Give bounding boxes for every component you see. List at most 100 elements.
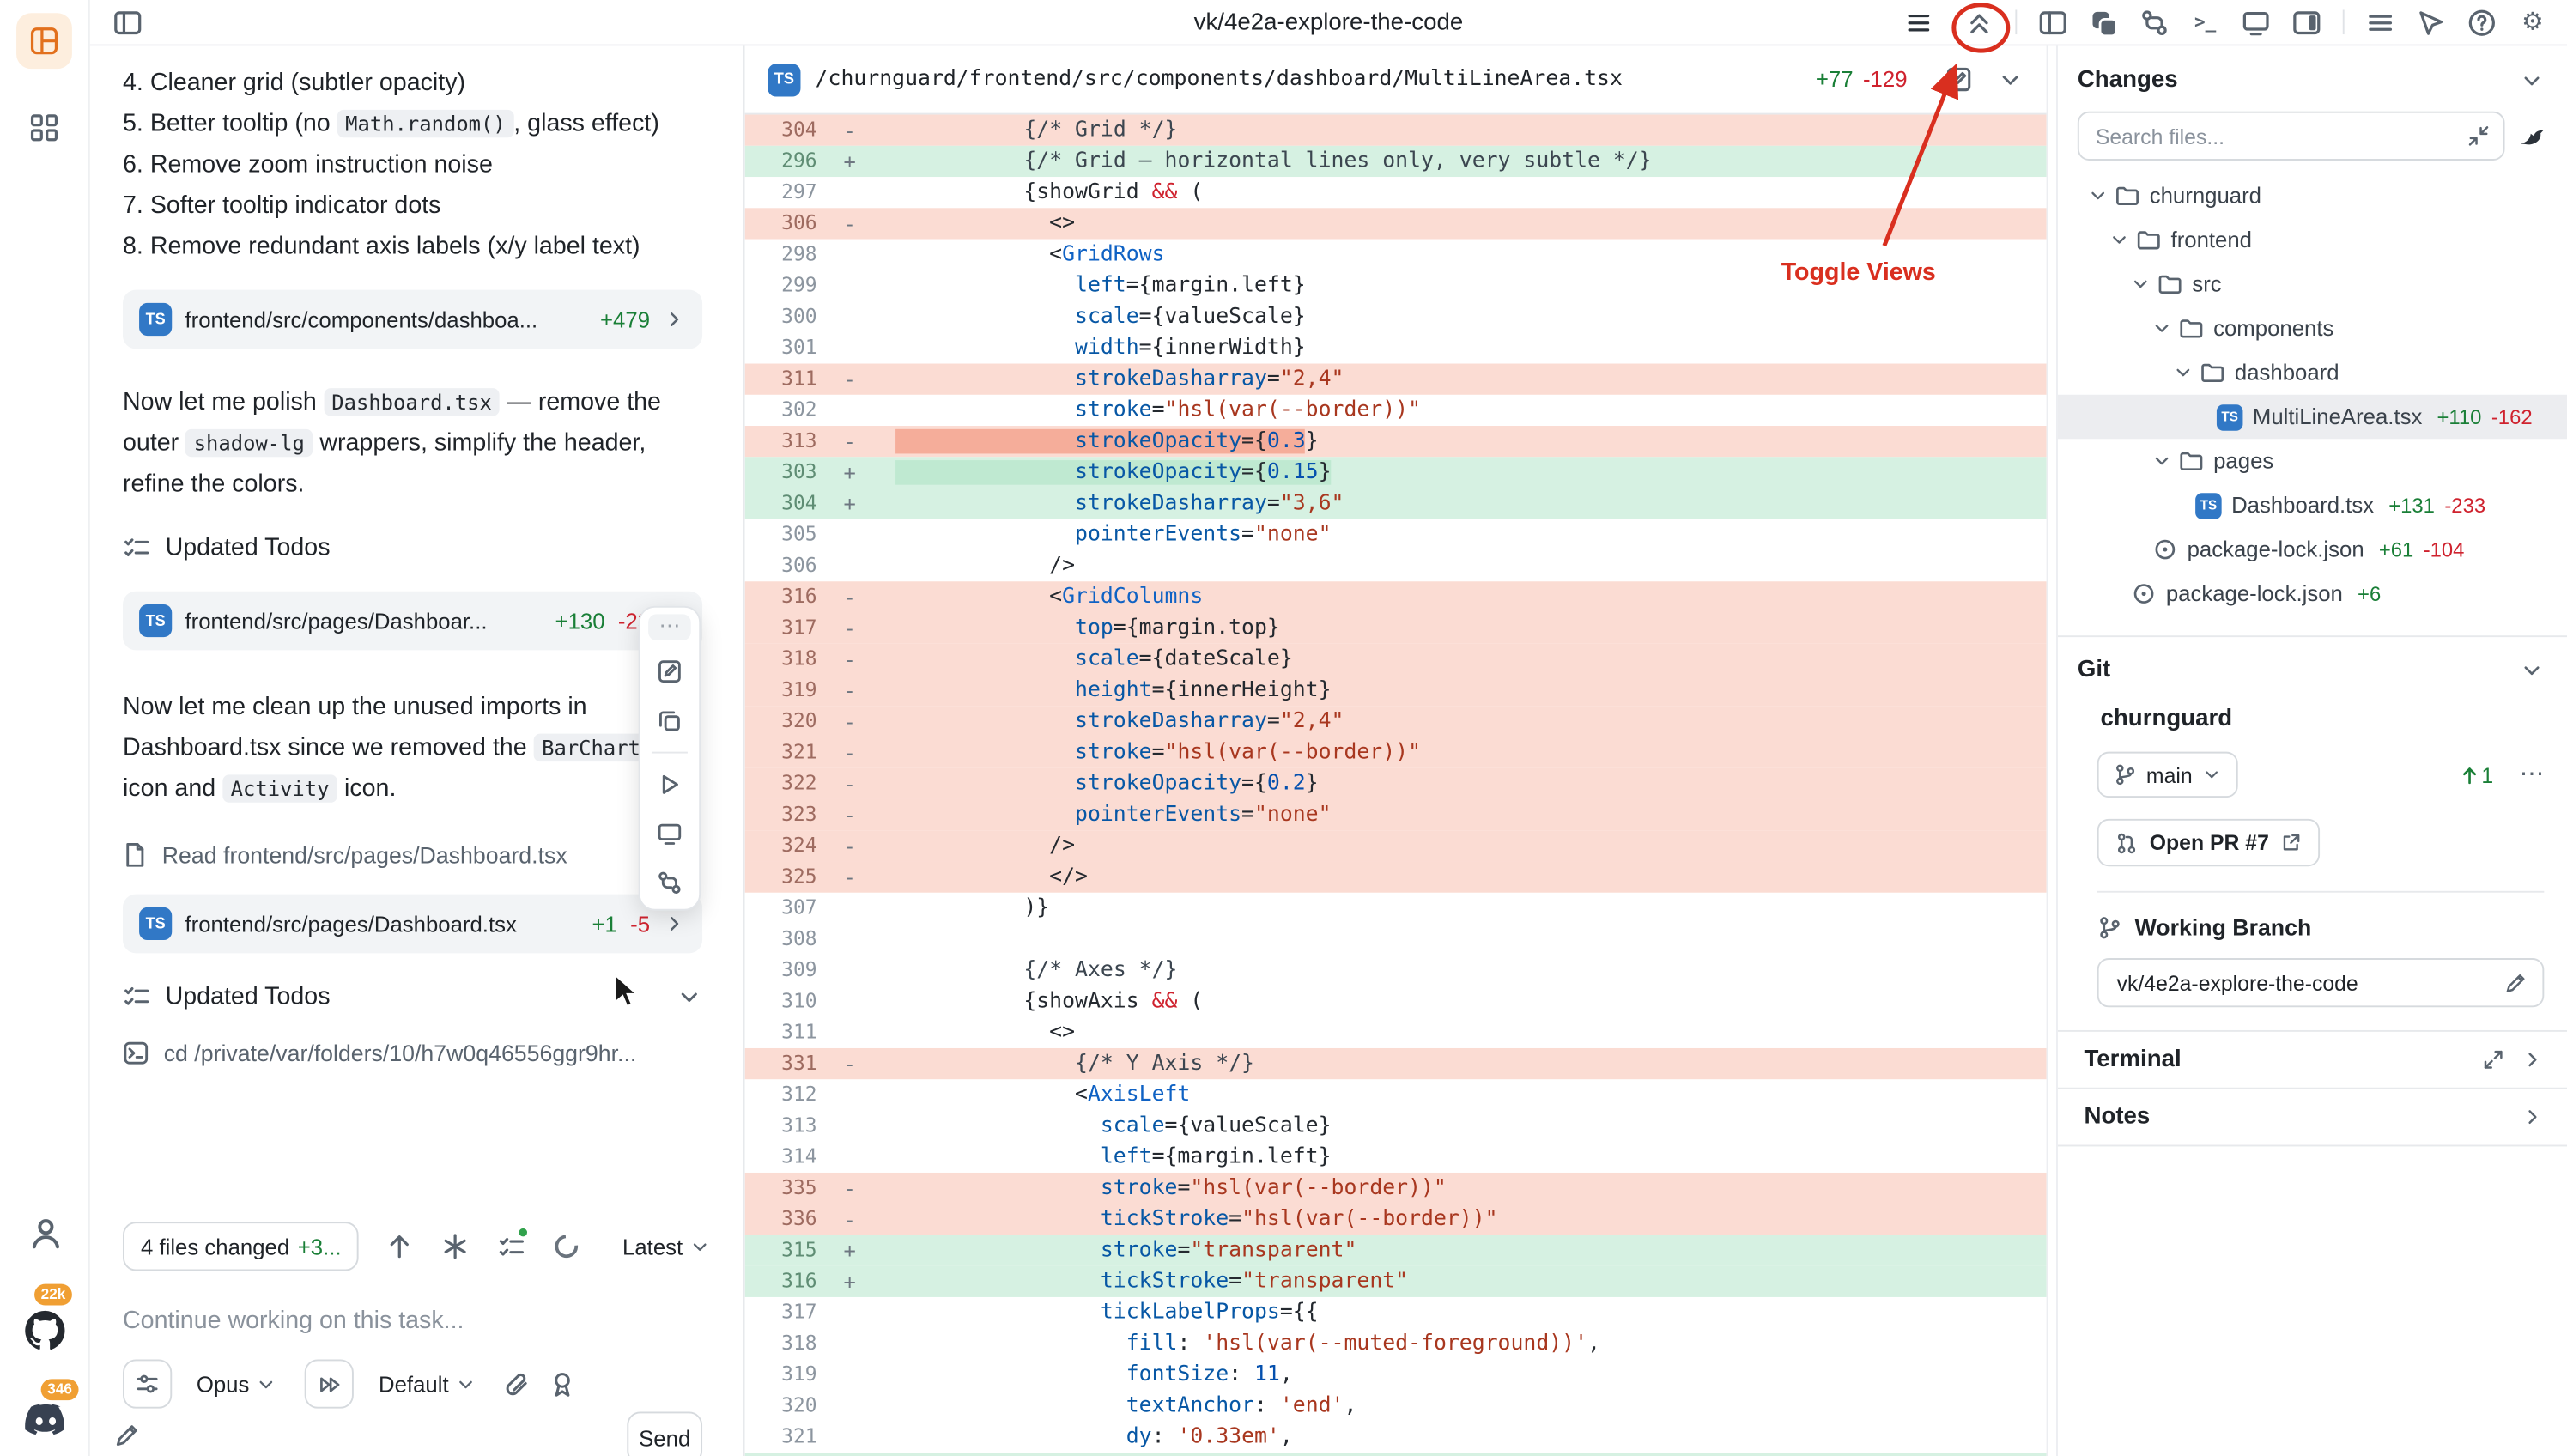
chevron-right-icon[interactable] <box>2521 1048 2545 1071</box>
assistant-message: Now let me polish Dashboard.tsx — remove… <box>123 382 702 505</box>
model-label: Opus <box>197 1372 250 1397</box>
terminal-section-header[interactable]: Terminal <box>2058 1030 2567 1088</box>
chevron-down-icon[interactable] <box>2520 658 2545 682</box>
window-title: vk/4e2a-explore-the-code <box>1194 9 1464 35</box>
asterisk-icon[interactable] <box>441 1232 470 1261</box>
panel-left-icon[interactable] <box>2038 8 2067 37</box>
chevron-down-icon[interactable] <box>1997 66 2024 93</box>
workspace-active-icon[interactable] <box>16 13 72 69</box>
file-search[interactable] <box>2078 112 2505 161</box>
working-branch-input[interactable] <box>2114 968 2505 996</box>
chevron-down-icon[interactable] <box>677 984 703 1010</box>
file-tree: churnguardfrontendsrccomponentsdashboard… <box>2058 173 2567 616</box>
updated-todos-row[interactable]: Updated Todos <box>123 534 702 561</box>
diff-line: 301 width={innerWidth} <box>745 332 2047 363</box>
todo-status-button[interactable] <box>497 1232 526 1261</box>
terminal-icon[interactable]: >_ <box>2190 8 2219 37</box>
preview-button[interactable] <box>652 816 688 852</box>
annotate-button[interactable] <box>652 653 688 689</box>
assistant-message: Now let me clean up the unused imports i… <box>123 686 702 809</box>
tree-folder-dashboard[interactable]: dashboard <box>2058 350 2567 395</box>
open-pr-button[interactable]: Open PR #7 <box>2097 819 2320 866</box>
diff-line: 316+ tickStroke="transparent" <box>745 1266 2047 1297</box>
tree-folder-components[interactable]: components <box>2058 306 2567 351</box>
tree-file-package-lock.json[interactable]: package-lock.json+61-104 <box>2058 527 2567 572</box>
version-dropdown[interactable]: Latest <box>622 1234 711 1259</box>
pencil-icon[interactable] <box>114 1422 141 1448</box>
diff-line: 319- height={innerHeight} <box>745 675 2047 706</box>
terminal-command-row[interactable]: cd /private/var/folders/10/h7w0q46556ggr… <box>123 1040 702 1066</box>
sliders-icon <box>134 1371 161 1398</box>
diff-line: 320 textAnchor: 'end', <box>745 1391 2047 1422</box>
todo-step: 8. Remove redundant axis labels (x/y lab… <box>123 226 702 267</box>
ribbon-icon[interactable] <box>549 1370 576 1398</box>
file-change-card[interactable]: TS frontend/src/pages/Dashboar... +130 -… <box>123 592 702 651</box>
menu-icon[interactable] <box>2365 8 2394 37</box>
chevron-down-icon <box>2151 318 2173 339</box>
monitor-icon[interactable] <box>2242 8 2271 37</box>
run-button[interactable] <box>652 767 688 803</box>
help-icon[interactable] <box>2467 8 2497 37</box>
pointer-icon[interactable] <box>2417 8 2446 37</box>
divider <box>2058 1145 2567 1147</box>
tree-folder-churnguard[interactable]: churnguard <box>2058 173 2567 218</box>
tree-file-package-lock.json[interactable]: package-lock.json+6 <box>2058 572 2567 616</box>
chevron-down-icon <box>2130 274 2151 295</box>
message-input[interactable] <box>123 1307 711 1334</box>
expand-icon[interactable] <box>2482 1048 2505 1071</box>
send-button[interactable]: Send <box>627 1411 702 1456</box>
tree-file-Dashboard.tsx[interactable]: TSDashboard.tsx+131-233 <box>2058 483 2567 528</box>
updated-todos-row[interactable]: Updated Todos <box>123 983 702 1010</box>
search-input[interactable] <box>2092 122 2467 149</box>
changes-section-header[interactable]: Changes <box>2058 46 2567 98</box>
tree-folder-frontend[interactable]: frontend <box>2058 218 2567 263</box>
paperclip-icon[interactable] <box>503 1370 531 1398</box>
chat-bubbles-icon[interactable] <box>2089 8 2118 37</box>
working-branch-field[interactable] <box>2097 958 2545 1007</box>
mode-dropdown[interactable]: Default <box>379 1372 476 1397</box>
chevron-down-icon[interactable] <box>2520 68 2545 93</box>
model-dropdown[interactable]: Opus <box>197 1372 277 1397</box>
pencil-icon[interactable] <box>2505 971 2528 994</box>
github-link[interactable] <box>0 1308 90 1353</box>
notes-section-header[interactable]: Notes <box>2058 1088 2567 1145</box>
layout-panel-icon[interactable] <box>113 8 143 37</box>
diff-header: TS /churnguard/frontend/src/components/d… <box>745 46 2047 114</box>
tree-file-MultiLineArea.tsx[interactable]: TSMultiLineArea.tsx+110-162 <box>2058 395 2567 440</box>
chevron-right-icon[interactable] <box>2521 1106 2545 1129</box>
read-file-row[interactable]: Read frontend/src/pages/Dashboard.tsx <box>123 842 702 869</box>
bird-icon[interactable] <box>2518 121 2547 150</box>
git-compare-icon[interactable] <box>2139 8 2169 37</box>
tree-label: pages <box>2213 449 2273 474</box>
file-change-card[interactable]: TS frontend/src/pages/Dashboard.tsx +1 -… <box>123 895 702 954</box>
copy-button[interactable] <box>652 702 688 738</box>
git-branch-icon <box>2097 914 2122 939</box>
tree-folder-pages[interactable]: pages <box>2058 439 2567 483</box>
arrow-up-icon[interactable] <box>385 1232 415 1261</box>
branch-selector[interactable]: main <box>2097 752 2238 798</box>
inline-code: shadow-lg <box>185 429 313 457</box>
files-changed-chip[interactable]: 4 files changed +3... <box>123 1222 360 1271</box>
tree-folder-src[interactable]: src <box>2058 262 2567 306</box>
toggle-views-icon[interactable] <box>1904 8 1933 37</box>
panel-resizer[interactable] <box>2047 46 2058 1456</box>
git-compare-icon <box>657 870 683 896</box>
panel-right-icon[interactable] <box>2292 8 2321 37</box>
branch-button[interactable] <box>652 864 688 901</box>
discord-link[interactable] <box>0 1404 90 1436</box>
gear-icon[interactable]: ⚙ <box>2518 8 2547 37</box>
account-button[interactable] <box>0 1216 90 1252</box>
drag-handle-icon[interactable]: ⋯ <box>648 614 691 640</box>
file-change-card[interactable]: TS frontend/src/components/dashboa... +4… <box>123 290 702 349</box>
collapse-tree-icon[interactable] <box>2467 124 2491 148</box>
more-actions-icon[interactable]: ⋯ <box>2520 767 2545 783</box>
file-edit-icon[interactable] <box>1945 65 1972 93</box>
collapse-all-icon[interactable] <box>1964 8 1994 37</box>
floating-toolbar: ⋯ <box>639 606 701 911</box>
kanban-icon[interactable] <box>29 113 58 143</box>
composer: 4 files changed +3... Latest <box>90 1180 743 1456</box>
fast-forward-button[interactable] <box>305 1359 354 1408</box>
settings-sliders-button[interactable] <box>123 1359 172 1408</box>
git-section-header[interactable]: Git <box>2078 650 2544 689</box>
version-label: Latest <box>622 1234 683 1259</box>
